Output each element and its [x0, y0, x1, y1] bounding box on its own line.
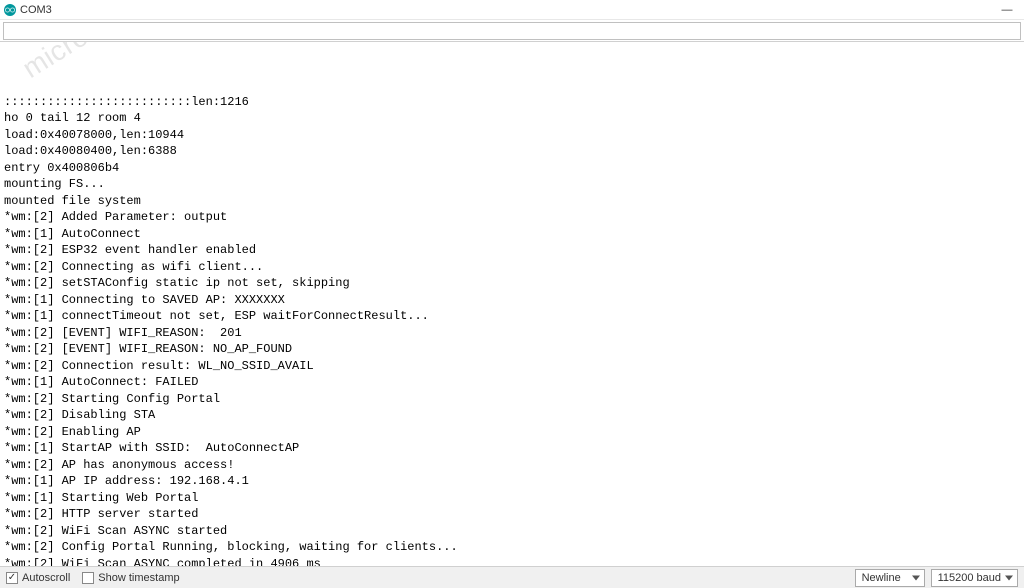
titlebar: COM3 — — [0, 0, 1024, 20]
terminal-lines: ::::::::::::::::::::::::::len:1216ho 0 t… — [4, 94, 1020, 567]
line-ending-value: Newline — [862, 572, 901, 584]
window-controls: — — [992, 0, 1022, 19]
minimize-button[interactable]: — — [992, 1, 1022, 19]
terminal-line: *wm:[2] HTTP server started — [4, 506, 1020, 523]
baud-value: 115200 baud — [938, 572, 1001, 584]
terminal-line: *wm:[2] setSTAConfig static ip not set, … — [4, 275, 1020, 292]
terminal-line: load:0x40080400,len:6388 — [4, 143, 1020, 160]
send-row — [0, 20, 1024, 42]
terminal-line: *wm:[1] AutoConnect — [4, 226, 1020, 243]
terminal-line: mounted file system — [4, 193, 1020, 210]
terminal-line: *wm:[2] Connecting as wifi client... — [4, 259, 1020, 276]
terminal-line: *wm:[1] Starting Web Portal — [4, 490, 1020, 507]
terminal-line: *wm:[2] [EVENT] WIFI_REASON: NO_AP_FOUND — [4, 341, 1020, 358]
terminal-line: mounting FS... — [4, 176, 1020, 193]
arduino-icon — [4, 4, 16, 16]
terminal-line: *wm:[2] Added Parameter: output — [4, 209, 1020, 226]
terminal-line: *wm:[2] Connection result: WL_NO_SSID_AV… — [4, 358, 1020, 375]
autoscroll-checkbox[interactable]: Autoscroll — [6, 572, 70, 584]
terminal-line: *wm:[1] StartAP with SSID: AutoConnectAP — [4, 440, 1020, 457]
timestamp-label: Show timestamp — [98, 572, 179, 584]
checkbox-icon — [6, 572, 18, 584]
terminal-line: *wm:[1] AutoConnect: FAILED — [4, 374, 1020, 391]
terminal-line: *wm:[2] Starting Config Portal — [4, 391, 1020, 408]
autoscroll-label: Autoscroll — [22, 572, 70, 584]
terminal-line: *wm:[1] connectTimeout not set, ESP wait… — [4, 308, 1020, 325]
terminal-line: load:0x40078000,len:10944 — [4, 127, 1020, 144]
terminal-line: ::::::::::::::::::::::::::len:1216 — [4, 94, 1020, 111]
send-input[interactable] — [3, 22, 1021, 40]
terminal-line: *wm:[1] AP IP address: 192.168.4.1 — [4, 473, 1020, 490]
terminal-line: *wm:[2] AP has anonymous access! — [4, 457, 1020, 474]
terminal-line: *wm:[2] WiFi Scan ASYNC started — [4, 523, 1020, 540]
terminal-line: *wm:[2] WiFi Scan ASYNC completed in 490… — [4, 556, 1020, 567]
baud-select[interactable]: 115200 baud — [931, 569, 1018, 587]
terminal-line: *wm:[1] Connecting to SAVED AP: XXXXXXX — [4, 292, 1020, 309]
terminal-line: *wm:[2] Config Portal Running, blocking,… — [4, 539, 1020, 556]
serial-output[interactable]: microdigisoft.com - 13:49 ::::::::::::::… — [0, 42, 1024, 566]
terminal-line: *wm:[2] [EVENT] WIFI_REASON: 201 — [4, 325, 1020, 342]
checkbox-icon — [82, 572, 94, 584]
bottom-toolbar: Autoscroll Show timestamp Newline 115200… — [0, 566, 1024, 588]
timestamp-checkbox[interactable]: Show timestamp — [82, 572, 179, 584]
watermark-text: microdigisoft.com - 13:49 — [21, 42, 306, 79]
window-title: COM3 — [20, 4, 52, 16]
terminal-line: *wm:[2] Enabling AP — [4, 424, 1020, 441]
terminal-line: ho 0 tail 12 room 4 — [4, 110, 1020, 127]
line-ending-select[interactable]: Newline — [855, 569, 925, 587]
terminal-line: *wm:[2] ESP32 event handler enabled — [4, 242, 1020, 259]
terminal-line: *wm:[2] Disabling STA — [4, 407, 1020, 424]
terminal-line: entry 0x400806b4 — [4, 160, 1020, 177]
